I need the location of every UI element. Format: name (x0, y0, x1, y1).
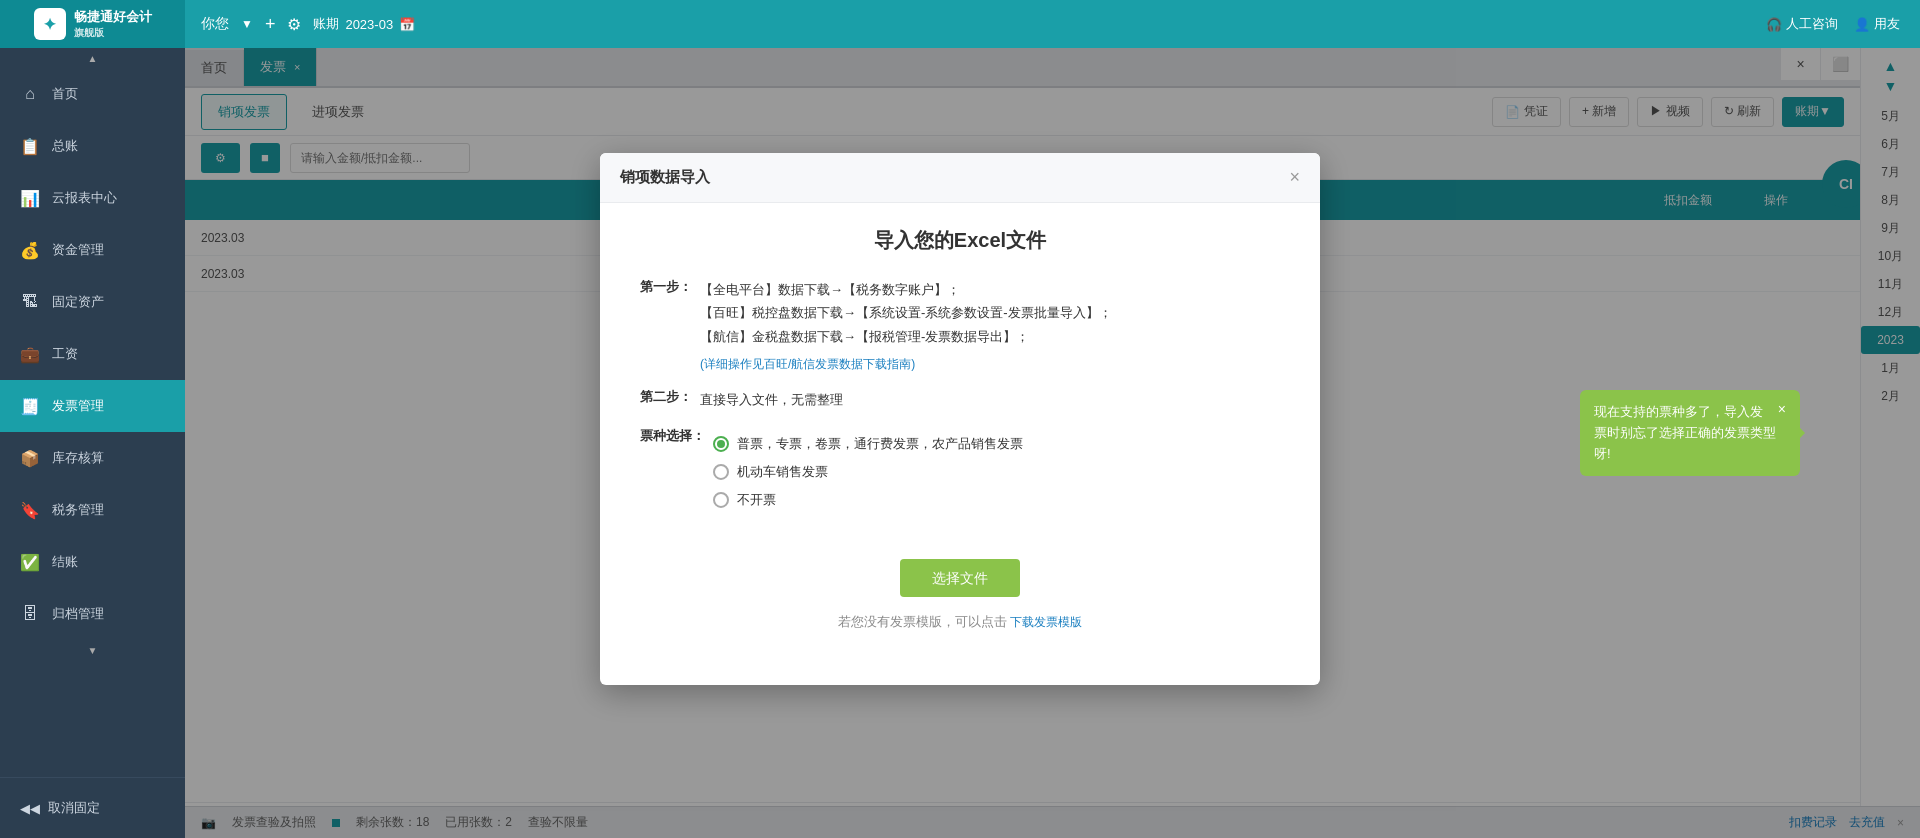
top-bar: ✦ 畅捷通好会计 旗舰版 你您 ▼ + ⚙ 账期 2023-03 📅 🎧 人工咨… (0, 0, 1920, 48)
settlement-icon: ✅ (20, 553, 40, 572)
guide-link[interactable]: (详细操作见百旺/航信发票数据下载指南) (700, 357, 915, 371)
radio-2[interactable] (713, 464, 729, 480)
sidebar: ▲ ⌂ 首页 📋 总账 📊 云报表中心 💰 资金管理 🏗 固定资产 💼 工资 🧾… (0, 48, 185, 838)
tooltip-bubble: × 现在支持的票种多了，导入发票时别忘了选择正确的发票类型呀! (1580, 390, 1800, 476)
archive-icon: 🗄 (20, 605, 40, 623)
step1-link: (详细操作见百旺/航信发票数据下载指南) (700, 352, 1280, 376)
top-bar-content: 你您 ▼ + ⚙ 账期 2023-03 📅 (185, 14, 1766, 35)
user-menu[interactable]: 👤 用友 (1854, 15, 1900, 33)
sidebar-item-fund[interactable]: 💰 资金管理 (0, 224, 185, 276)
home-icon: ⌂ (20, 85, 40, 103)
sidebar-bottom: ◀◀ 取消固定 (0, 777, 185, 838)
app-logo: ✦ 畅捷通好会计 旗舰版 (0, 0, 185, 48)
ledger-icon: 📋 (20, 137, 40, 156)
step1-row: 第一步： 【全电平台】数据下载→【税务数字账户】； 【百旺】税控盘数据下载→【系… (640, 278, 1280, 376)
radio-row-3: 不开票 (713, 491, 1023, 509)
cancel-pin-button[interactable]: ◀◀ 取消固定 (0, 788, 185, 828)
inventory-icon: 📦 (20, 449, 40, 468)
step1-label: 第一步： (640, 278, 700, 376)
sidebar-item-fixed-assets[interactable]: 🏗 固定资产 (0, 276, 185, 328)
sidebar-item-settlement[interactable]: ✅ 结账 (0, 536, 185, 588)
sidebar-scroll-up[interactable]: ▲ (0, 48, 185, 68)
select-file-area: 选择文件 (640, 559, 1280, 597)
tooltip-text: 现在支持的票种多了，导入发票时别忘了选择正确的发票类型呀! (1594, 404, 1776, 461)
sidebar-item-home[interactable]: ⌂ 首页 (0, 68, 185, 120)
ticket-type-row: 票种选择： 普票，专票，卷票，通行费发票，农产品销售发票 机动车销售发票 不开票 (640, 427, 1280, 535)
sidebar-item-archive[interactable]: 🗄 归档管理 (0, 588, 185, 640)
dialog-title: 销项数据导入 (620, 168, 710, 187)
sidebar-item-payroll[interactable]: 💼 工资 (0, 328, 185, 380)
sidebar-item-ledger[interactable]: 📋 总账 (0, 120, 185, 172)
sidebar-item-tax[interactable]: 🔖 税务管理 (0, 484, 185, 536)
app-edition: 旗舰版 (74, 26, 152, 40)
step2-row: 第二步： 直接导入文件，无需整理 (640, 388, 1280, 411)
invoice-icon: 🧾 (20, 397, 40, 416)
company-dropdown-icon[interactable]: ▼ (241, 17, 253, 31)
payroll-icon: 💼 (20, 345, 40, 364)
dialog-body: 导入您的Excel文件 第一步： 【全电平台】数据下载→【税务数字账户】； 【百… (600, 203, 1320, 655)
tooltip-close-button[interactable]: × (1778, 402, 1786, 416)
cloud-report-icon: 📊 (20, 189, 40, 208)
app-name: 畅捷通好会计 (74, 8, 152, 26)
radio-1[interactable] (713, 436, 729, 452)
period-display: 账期 2023-03 📅 (313, 15, 415, 33)
radio-label-1: 普票，专票，卷票，通行费发票，农产品销售发票 (737, 435, 1023, 453)
add-button[interactable]: + (265, 14, 276, 35)
radio-label-3: 不开票 (737, 491, 776, 509)
user-icon: 👤 (1854, 17, 1870, 32)
sidebar-item-cloud-report[interactable]: 📊 云报表中心 (0, 172, 185, 224)
download-template-link[interactable]: 下载发票模版 (1010, 615, 1082, 629)
settings-icon[interactable]: ⚙ (287, 15, 301, 34)
step2-label: 第二步： (640, 388, 700, 411)
company-name[interactable]: 你您 (201, 15, 229, 33)
select-file-button[interactable]: 选择文件 (900, 559, 1020, 597)
dialog-main-title: 导入您的Excel文件 (640, 227, 1280, 254)
radio-row-1: 普票，专票，卷票，通行费发票，农产品销售发票 (713, 435, 1023, 453)
dialog-close-button[interactable]: × (1289, 167, 1300, 188)
step1-content: 【全电平台】数据下载→【税务数字账户】； 【百旺】税控盘数据下载→【系统设置-系… (700, 278, 1280, 376)
sidebar-item-inventory[interactable]: 📦 库存核算 (0, 432, 185, 484)
radio-group: 普票，专票，卷票，通行费发票，农产品销售发票 机动车销售发票 不开票 (713, 435, 1023, 519)
sidebar-item-invoice[interactable]: 🧾 发票管理 (0, 380, 185, 432)
download-link-row: 若您没有发票模版，可以点击 下载发票模版 (640, 613, 1280, 631)
step2-content: 直接导入文件，无需整理 (700, 388, 1280, 411)
top-bar-right: 🎧 人工咨询 👤 用友 (1766, 15, 1900, 33)
dialog-header: 销项数据导入 × (600, 153, 1320, 203)
pin-icon: ◀◀ (20, 801, 40, 816)
sidebar-scroll-down[interactable]: ▼ (0, 640, 185, 660)
import-dialog: 销项数据导入 × 导入您的Excel文件 第一步： 【全电平台】数据下载→【税务… (600, 153, 1320, 685)
radio-label-2: 机动车销售发票 (737, 463, 828, 481)
tax-icon: 🔖 (20, 501, 40, 520)
ai-consult-button[interactable]: 🎧 人工咨询 (1766, 15, 1838, 33)
headset-icon: 🎧 (1766, 17, 1782, 32)
ticket-label: 票种选择： (640, 427, 705, 445)
fund-icon: 💰 (20, 241, 40, 260)
logo-icon: ✦ (34, 8, 66, 40)
radio-3[interactable] (713, 492, 729, 508)
fixed-assets-icon: 🏗 (20, 293, 40, 311)
radio-row-2: 机动车销售发票 (713, 463, 1023, 481)
